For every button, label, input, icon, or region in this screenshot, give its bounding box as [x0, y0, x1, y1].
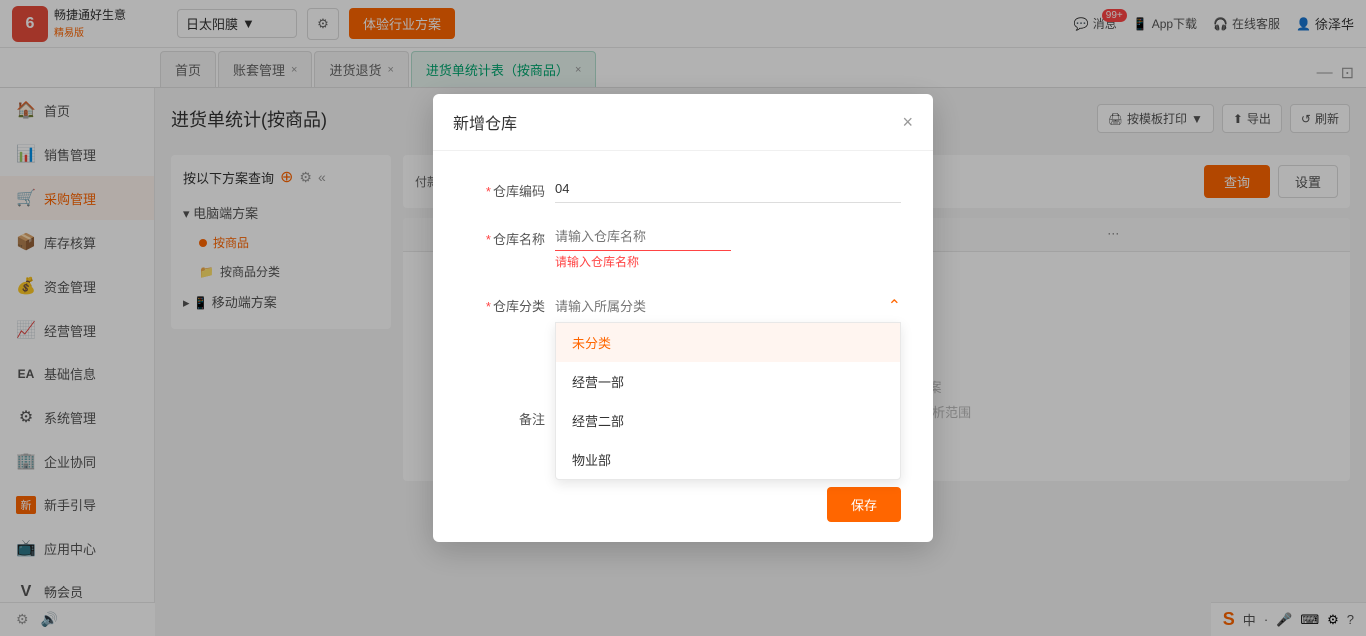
category-label: 仓库分类: [465, 290, 545, 315]
modal-header: 新增仓库 ×: [433, 94, 933, 151]
category-select-wrap[interactable]: ⌃ 未分类 经营一部 经营二部 物业部: [555, 290, 901, 323]
name-input[interactable]: [555, 223, 731, 251]
chevron-up-icon: ⌃: [888, 296, 901, 316]
code-field-row: 仓库编码: [465, 175, 901, 203]
dropdown-item-2[interactable]: 经营二部: [556, 401, 900, 440]
category-dropdown: 未分类 经营一部 经营二部 物业部: [555, 322, 901, 480]
modal-title: 新增仓库: [453, 110, 517, 134]
new-warehouse-modal: 新增仓库 × 仓库编码 仓库名称 请输入仓库名称 仓库分类 ⌃ 未分类 经营: [433, 94, 933, 542]
name-error-msg: 请输入仓库名称: [555, 253, 901, 270]
modal-footer: 保存: [433, 475, 933, 542]
notes-label: 备注: [465, 403, 545, 428]
name-control-wrap: 请输入仓库名称: [555, 223, 901, 270]
category-input[interactable]: [555, 299, 888, 314]
dropdown-item-3[interactable]: 物业部: [556, 440, 900, 479]
modal-close-button[interactable]: ×: [902, 112, 913, 133]
modal-body: 仓库编码 仓库名称 请输入仓库名称 仓库分类 ⌃ 未分类 经营一部 经营二部 物…: [433, 151, 933, 475]
save-button[interactable]: 保存: [827, 487, 901, 522]
code-label: 仓库编码: [465, 175, 545, 200]
dropdown-item-1[interactable]: 经营一部: [556, 362, 900, 401]
category-field-row: 仓库分类 ⌃ 未分类 经营一部 经营二部 物业部: [465, 290, 901, 323]
name-field-row: 仓库名称 请输入仓库名称: [465, 223, 901, 270]
dropdown-item-0[interactable]: 未分类: [556, 323, 900, 362]
name-label: 仓库名称: [465, 223, 545, 248]
code-input[interactable]: [555, 175, 901, 203]
